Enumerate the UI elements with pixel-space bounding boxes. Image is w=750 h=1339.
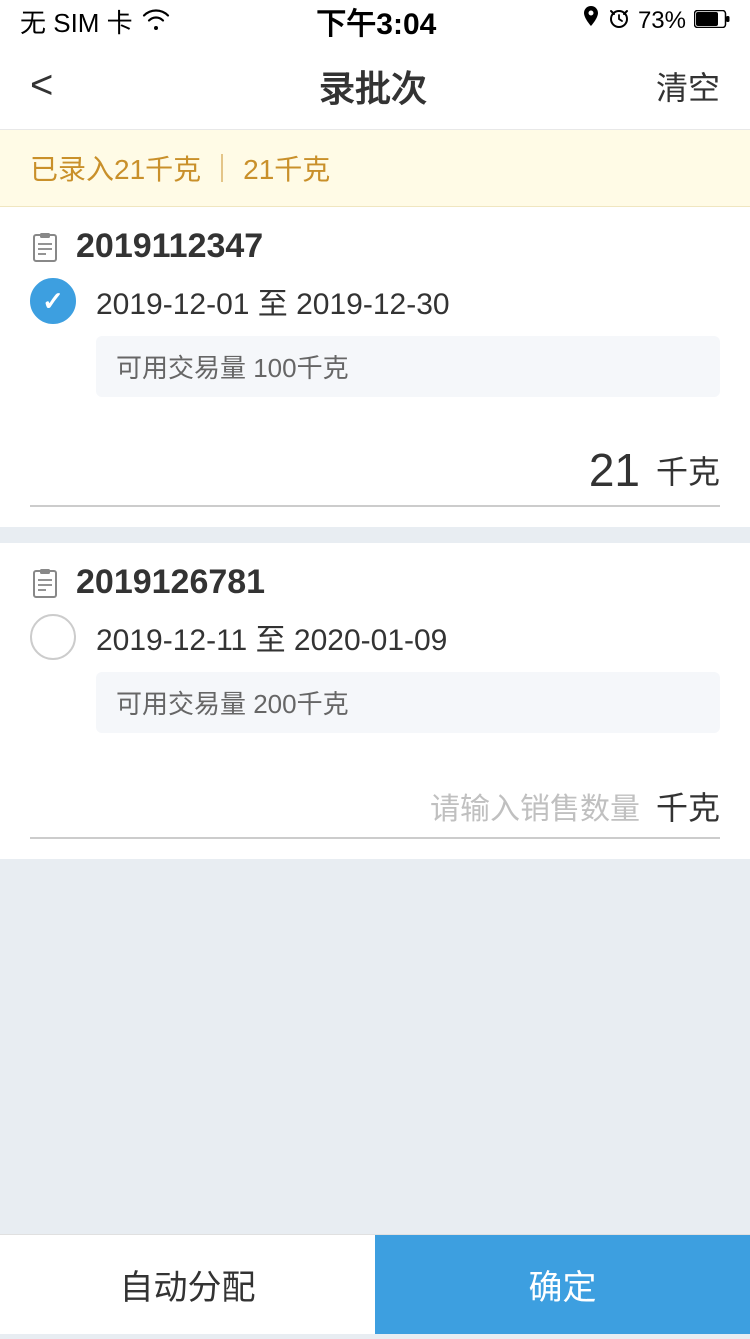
- clear-button[interactable]: 清空: [656, 63, 720, 109]
- batch2-available: 可用交易量 200千克: [96, 672, 720, 733]
- confirm-button[interactable]: 确定: [375, 1235, 750, 1334]
- status-bar: 无 SIM 卡 下午3:04: [0, 0, 750, 42]
- bottom-bar: 自动分配 确定: [0, 1234, 750, 1334]
- batch1-amount-value: 21: [589, 443, 640, 497]
- info-divider: [221, 154, 223, 182]
- batch2-number: 2019126781: [76, 563, 265, 602]
- batch1-amount-row: 21 千克: [0, 427, 750, 497]
- info-banner: 已录入21千克 21千克: [0, 130, 750, 207]
- batch2-input-placeholder: 请输入销售数量: [430, 784, 640, 828]
- section-divider: [0, 527, 750, 543]
- page-title: 录批次: [319, 60, 427, 112]
- batch1-number: 2019112347: [76, 227, 263, 266]
- batch1-date-row: 2019-12-01 至 2019-12-30: [30, 278, 720, 324]
- location-icon: [582, 6, 600, 37]
- batch2-header: 2019126781: [30, 563, 720, 602]
- status-left: 无 SIM 卡: [20, 3, 171, 40]
- batch2-card: 2019126781 2019-12-11 至 2020-01-09 可用交易量…: [0, 543, 750, 859]
- alarm-icon: [608, 7, 630, 36]
- batch2-icon: [30, 565, 66, 601]
- carrier-label: 无 SIM 卡: [20, 3, 133, 40]
- nav-bar: < 录批次 清空: [0, 42, 750, 130]
- status-time: 下午3:04: [316, 0, 436, 43]
- batch1-icon: [30, 229, 66, 265]
- status-right: 73%: [582, 6, 730, 37]
- battery-label: 73%: [638, 7, 686, 35]
- batch2-checkbox[interactable]: [30, 614, 76, 660]
- batch1-date-range: 2019-12-01 至 2019-12-30: [96, 279, 450, 323]
- batch2-date-row: 2019-12-11 至 2020-01-09: [30, 614, 720, 660]
- batch1-item: 2019112347 2019-12-01 至 2019-12-30 可用交易量…: [0, 207, 750, 427]
- batch1-checkbox[interactable]: [30, 278, 76, 324]
- battery-icon: [694, 7, 730, 35]
- batch1-amount-unit: 千克: [656, 447, 720, 493]
- recorded-value: 21千克: [243, 148, 330, 188]
- batch2-input-unit: 千克: [656, 783, 720, 829]
- batch2-item: 2019126781 2019-12-11 至 2020-01-09 可用交易量…: [0, 543, 750, 763]
- back-button[interactable]: <: [30, 63, 90, 108]
- recorded-label: 已录入21千克: [30, 148, 201, 188]
- batch1-available: 可用交易量 100千克: [96, 336, 720, 397]
- batch1-card: 2019112347 2019-12-01 至 2019-12-30 可用交易量…: [0, 207, 750, 527]
- wifi-icon: [141, 6, 171, 37]
- auto-allocate-button[interactable]: 自动分配: [0, 1235, 375, 1334]
- batch2-date-range: 2019-12-11 至 2020-01-09: [96, 615, 447, 659]
- batch2-input-row[interactable]: 请输入销售数量 千克: [0, 763, 750, 829]
- batch1-header: 2019112347: [30, 227, 720, 266]
